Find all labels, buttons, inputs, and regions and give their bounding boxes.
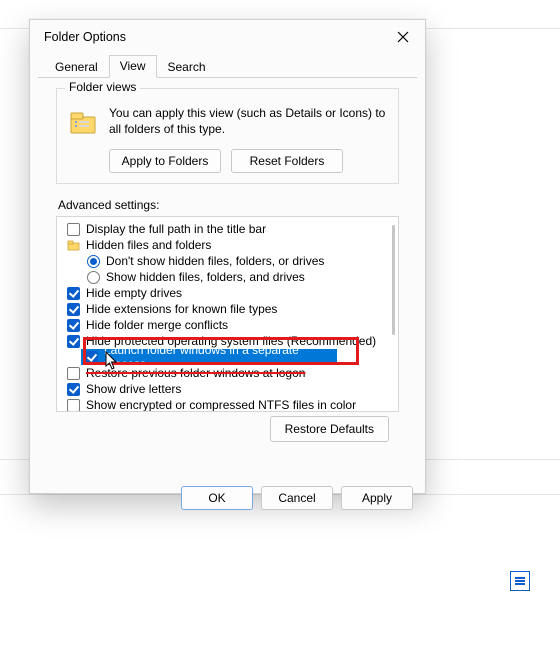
advanced-item[interactable]: Show encrypted or compressed NTFS files … — [63, 397, 392, 412]
advanced-item-label: Show encrypted or compressed NTFS files … — [86, 398, 356, 412]
dialog-title: Folder Options — [44, 30, 126, 44]
selected-advanced-item[interactable]: Launch folder windows in a separate proc… — [81, 349, 337, 365]
tab-strip: General View Search — [38, 54, 417, 78]
checkbox-icon[interactable] — [67, 383, 80, 396]
advanced-item-label: Hidden files and folders — [86, 238, 211, 252]
advanced-item[interactable]: Show drive letters — [63, 381, 392, 397]
checkbox-icon[interactable] — [67, 367, 80, 380]
radio-icon[interactable] — [87, 271, 100, 284]
tab-search[interactable]: Search — [157, 56, 217, 78]
advanced-settings-label: Advanced settings: — [58, 198, 399, 212]
folder-views-group: Folder views You can apply this view (su… — [56, 88, 399, 184]
dialog-buttons: OK Cancel Apply — [30, 476, 425, 522]
checkbox-icon[interactable] — [67, 335, 80, 348]
close-button[interactable] — [389, 23, 417, 51]
reset-folders-button[interactable]: Reset Folders — [231, 149, 343, 173]
checkbox-icon[interactable] — [67, 319, 80, 332]
advanced-item-label: Show drive letters — [86, 382, 181, 396]
restore-defaults-button[interactable]: Restore Defaults — [270, 416, 389, 442]
advanced-settings-list[interactable]: Display the full path in the title bar Hi… — [56, 216, 399, 412]
advanced-item-label: Hide folder merge conflicts — [86, 318, 228, 332]
apply-to-folders-button[interactable]: Apply to Folders — [109, 149, 221, 173]
advanced-item-label: Show hidden files, folders, and drives — [106, 270, 305, 284]
checkbox-icon[interactable] — [67, 303, 80, 316]
advanced-item-label: Launch folder windows in a separate proc… — [104, 343, 337, 371]
checkbox-icon[interactable] — [67, 399, 80, 412]
advanced-item[interactable]: Show hidden files, folders, and drives — [63, 269, 392, 285]
advanced-item-label: Display the full path in the title bar — [86, 222, 266, 236]
notification-icon[interactable] — [510, 571, 530, 591]
folder-icon — [67, 239, 80, 252]
tab-view[interactable]: View — [109, 55, 157, 78]
advanced-item[interactable]: Don't show hidden files, folders, or dri… — [63, 253, 392, 269]
scrollbar-thumb[interactable] — [392, 225, 395, 335]
advanced-item-label: Hide extensions for known file types — [86, 302, 277, 316]
advanced-item-label: Don't show hidden files, folders, or dri… — [106, 254, 324, 268]
checkbox-icon[interactable] — [67, 287, 80, 300]
apply-button[interactable]: Apply — [341, 486, 413, 510]
advanced-item[interactable]: Hide empty drives — [63, 285, 392, 301]
advanced-item[interactable]: Hidden files and folders — [63, 237, 392, 253]
advanced-item[interactable]: Hide folder merge conflicts — [63, 317, 392, 333]
titlebar: Folder Options — [30, 20, 425, 54]
checkbox-icon[interactable] — [67, 223, 80, 236]
folder-views-icon — [67, 107, 99, 139]
advanced-item[interactable]: Hide extensions for known file types — [63, 301, 392, 317]
folder-views-caption: Folder views — [65, 80, 140, 94]
view-tab-body: Folder views You can apply this view (su… — [46, 78, 409, 468]
cancel-button[interactable]: Cancel — [261, 486, 333, 510]
radio-icon[interactable] — [87, 255, 100, 268]
folder-options-dialog: Folder Options General View Search Folde… — [29, 19, 426, 494]
checkbox-icon[interactable] — [85, 351, 98, 364]
advanced-item[interactable]: Display the full path in the title bar — [63, 221, 392, 237]
ok-button[interactable]: OK — [181, 486, 253, 510]
close-icon — [397, 31, 409, 43]
folder-views-description: You can apply this view (such as Details… — [109, 105, 388, 137]
tab-general[interactable]: General — [44, 56, 109, 78]
advanced-item-label: Hide empty drives — [86, 286, 182, 300]
